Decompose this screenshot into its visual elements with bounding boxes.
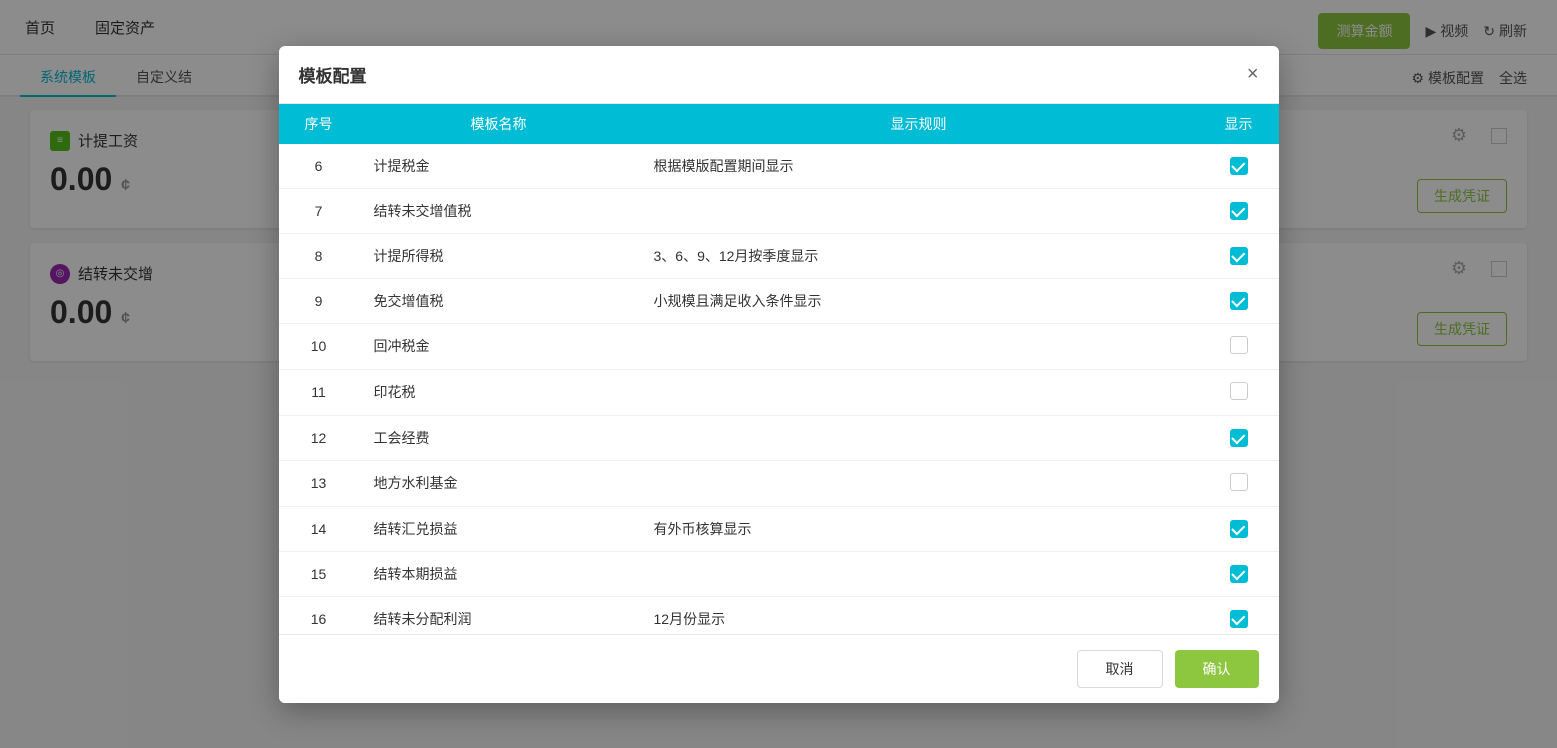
cell-name: 计提所得税 bbox=[359, 233, 639, 278]
checkbox-16[interactable] bbox=[1230, 610, 1248, 628]
checkbox-13[interactable] bbox=[1230, 473, 1248, 491]
cell-display bbox=[1199, 415, 1279, 460]
cell-id: 14 bbox=[279, 506, 359, 551]
cell-display bbox=[1199, 323, 1279, 369]
col-header-rule: 显示规则 bbox=[639, 104, 1199, 144]
checkbox-10[interactable] bbox=[1230, 336, 1248, 354]
checkbox-9[interactable] bbox=[1230, 292, 1248, 310]
cell-rule: 3、6、9、12月按季度显示 bbox=[639, 233, 1199, 278]
modal-body: 序号 模板名称 显示规则 显示 6计提税金根据模版配置期间显示7结转未交增值税8… bbox=[279, 104, 1279, 634]
cell-id: 10 bbox=[279, 323, 359, 369]
cell-id: 11 bbox=[279, 369, 359, 415]
cancel-button[interactable]: 取消 bbox=[1077, 650, 1163, 688]
cell-display bbox=[1199, 233, 1279, 278]
cell-name: 免交增值税 bbox=[359, 278, 639, 323]
cell-rule bbox=[639, 188, 1199, 233]
modal-header: 模板配置 × bbox=[279, 46, 1279, 104]
table-row: 6计提税金根据模版配置期间显示 bbox=[279, 144, 1279, 189]
cell-rule bbox=[639, 369, 1199, 415]
confirm-button[interactable]: 确认 bbox=[1175, 650, 1259, 688]
table-row: 16结转未分配利润12月份显示 bbox=[279, 596, 1279, 634]
cell-display bbox=[1199, 506, 1279, 551]
cell-rule bbox=[639, 415, 1199, 460]
table-row: 7结转未交增值税 bbox=[279, 188, 1279, 233]
col-header-display: 显示 bbox=[1199, 104, 1279, 144]
modal: 模板配置 × 序号 模板名称 显示规则 显示 6计提税金根据模版配置期间显示7结… bbox=[279, 46, 1279, 703]
cell-rule: 12月份显示 bbox=[639, 596, 1199, 634]
cell-id: 7 bbox=[279, 188, 359, 233]
cell-display bbox=[1199, 188, 1279, 233]
cell-rule: 根据模版配置期间显示 bbox=[639, 144, 1199, 189]
table-row: 10回冲税金 bbox=[279, 323, 1279, 369]
cell-name: 结转未交增值税 bbox=[359, 188, 639, 233]
checkbox-6[interactable] bbox=[1230, 157, 1248, 175]
checkbox-8[interactable] bbox=[1230, 247, 1248, 265]
cell-name: 印花税 bbox=[359, 369, 639, 415]
cell-display bbox=[1199, 460, 1279, 506]
table-row: 12工会经费 bbox=[279, 415, 1279, 460]
cell-name: 结转汇兑损益 bbox=[359, 506, 639, 551]
table-row: 8计提所得税3、6、9、12月按季度显示 bbox=[279, 233, 1279, 278]
table-header-row: 序号 模板名称 显示规则 显示 bbox=[279, 104, 1279, 144]
col-header-id: 序号 bbox=[279, 104, 359, 144]
cell-name: 结转未分配利润 bbox=[359, 596, 639, 634]
cell-display bbox=[1199, 144, 1279, 189]
cell-rule: 小规模且满足收入条件显示 bbox=[639, 278, 1199, 323]
table-row: 13地方水利基金 bbox=[279, 460, 1279, 506]
cell-name: 结转本期损益 bbox=[359, 551, 639, 596]
cell-display bbox=[1199, 551, 1279, 596]
cell-id: 15 bbox=[279, 551, 359, 596]
cell-display bbox=[1199, 596, 1279, 634]
table-row: 9免交增值税小规模且满足收入条件显示 bbox=[279, 278, 1279, 323]
checkbox-7[interactable] bbox=[1230, 202, 1248, 220]
cell-name: 计提税金 bbox=[359, 144, 639, 189]
cell-id: 9 bbox=[279, 278, 359, 323]
modal-table: 序号 模板名称 显示规则 显示 6计提税金根据模版配置期间显示7结转未交增值税8… bbox=[279, 104, 1279, 634]
cell-rule bbox=[639, 460, 1199, 506]
cell-id: 13 bbox=[279, 460, 359, 506]
checkbox-14[interactable] bbox=[1230, 520, 1248, 538]
modal-close-button[interactable]: × bbox=[1247, 64, 1259, 84]
checkbox-12[interactable] bbox=[1230, 429, 1248, 447]
modal-footer: 取消 确认 bbox=[279, 634, 1279, 703]
modal-title: 模板配置 bbox=[299, 62, 367, 87]
cell-id: 6 bbox=[279, 144, 359, 189]
cell-id: 16 bbox=[279, 596, 359, 634]
col-header-name: 模板名称 bbox=[359, 104, 639, 144]
cell-display bbox=[1199, 369, 1279, 415]
cell-id: 12 bbox=[279, 415, 359, 460]
checkbox-11[interactable] bbox=[1230, 382, 1248, 400]
checkbox-15[interactable] bbox=[1230, 565, 1248, 583]
cell-display bbox=[1199, 278, 1279, 323]
cell-rule: 有外币核算显示 bbox=[639, 506, 1199, 551]
modal-overlay: 模板配置 × 序号 模板名称 显示规则 显示 6计提税金根据模版配置期间显示7结… bbox=[0, 0, 1557, 748]
cell-rule bbox=[639, 551, 1199, 596]
cell-name: 地方水利基金 bbox=[359, 460, 639, 506]
table-row: 11印花税 bbox=[279, 369, 1279, 415]
table-row: 14结转汇兑损益有外币核算显示 bbox=[279, 506, 1279, 551]
cell-name: 工会经费 bbox=[359, 415, 639, 460]
cell-name: 回冲税金 bbox=[359, 323, 639, 369]
cell-rule bbox=[639, 323, 1199, 369]
table-row: 15结转本期损益 bbox=[279, 551, 1279, 596]
cell-id: 8 bbox=[279, 233, 359, 278]
